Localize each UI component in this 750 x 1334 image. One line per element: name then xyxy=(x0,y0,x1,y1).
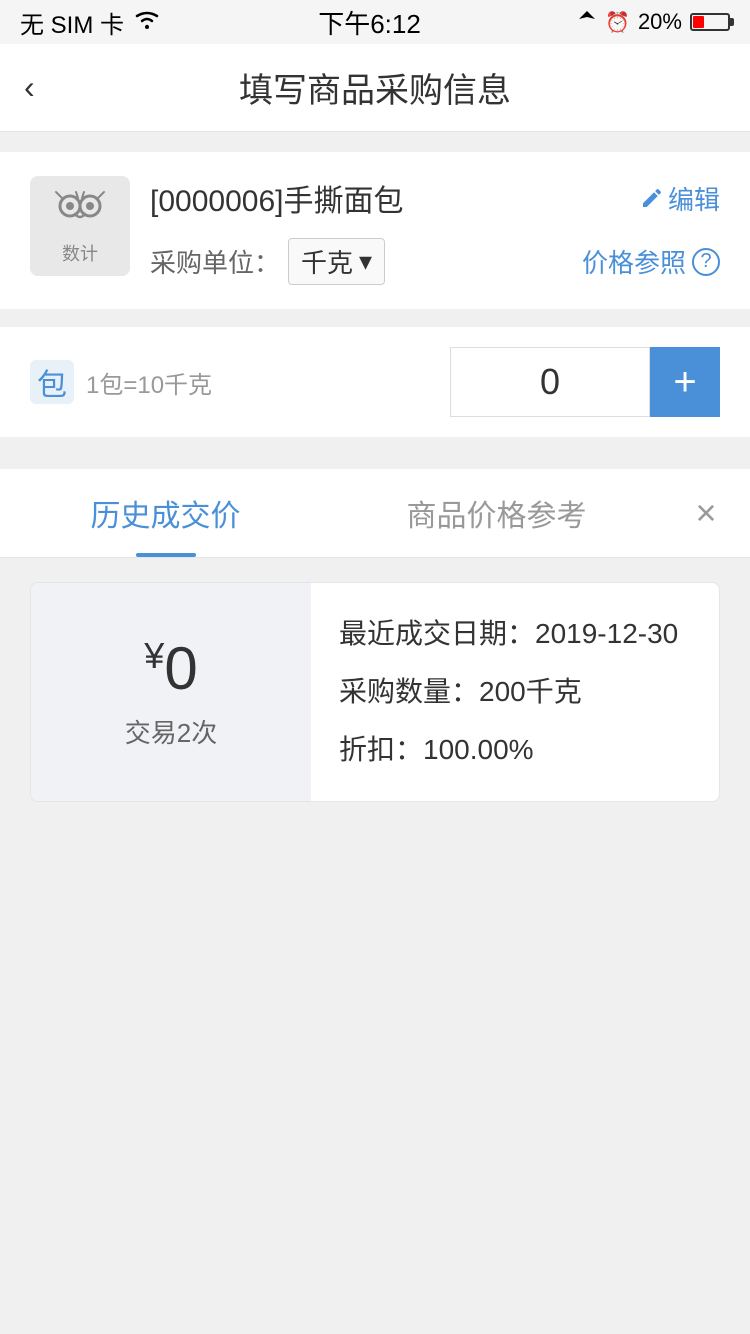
history-qty-row: 采购数量：200千克 xyxy=(339,671,691,713)
quantity-left: 包 1包=10千克 xyxy=(30,360,212,404)
unit-label: 采购单位： xyxy=(150,243,280,280)
quantity-row: 包 1包=10千克 0 + xyxy=(0,327,750,437)
product-card: 数计 [0000006]手撕面包 编辑 采购单位： 千克 ▾ xyxy=(0,152,750,309)
status-right: ⏰ 20% xyxy=(577,9,730,35)
history-price: ¥0 xyxy=(144,634,197,703)
tab-active-indicator xyxy=(136,553,196,557)
quantity-unit-box: 包 xyxy=(30,360,74,404)
owl-logo-icon xyxy=(50,186,110,236)
location-icon xyxy=(577,9,597,35)
product-info: [0000006]手撕面包 编辑 采购单位： 千克 ▾ 价格参照 ? xyxy=(150,176,720,285)
edit-button[interactable]: 编辑 xyxy=(640,180,720,217)
back-button[interactable]: ‹ xyxy=(24,69,35,106)
quantity-right: 0 + xyxy=(450,347,720,417)
price-reference-button[interactable]: 价格参照 ? xyxy=(582,243,720,280)
carrier-text: 无 SIM 卡 xyxy=(20,5,124,40)
battery-icon xyxy=(690,13,730,31)
tabs-close-button[interactable]: × xyxy=(662,469,750,557)
quantity-plus-button[interactable]: + xyxy=(650,347,720,417)
nav-bar: ‹ 填写商品采购信息 xyxy=(0,44,750,132)
history-content: ¥0 交易2次 最近成交日期：2019-12-30 采购数量：200千克 折扣：… xyxy=(0,558,750,826)
status-bar: 无 SIM 卡 下午6:12 ⏰ 20% xyxy=(0,0,750,44)
history-right-panel: 最近成交日期：2019-12-30 采购数量：200千克 折扣：100.00% xyxy=(311,583,719,801)
help-icon: ? xyxy=(692,248,720,276)
tab-history-price[interactable]: 历史成交价 xyxy=(0,469,331,557)
status-time: 下午6:12 xyxy=(318,4,421,41)
tab-price-reference[interactable]: 商品价格参考 xyxy=(331,469,662,557)
product-header: [0000006]手撕面包 编辑 xyxy=(150,176,720,220)
edit-icon xyxy=(640,186,664,210)
section-divider-1 xyxy=(0,309,750,325)
section-divider-2 xyxy=(0,437,750,453)
history-left-panel: ¥0 交易2次 xyxy=(31,583,311,801)
quantity-input[interactable]: 0 xyxy=(450,347,650,417)
quantity-sub-label: 1包=10千克 xyxy=(86,365,212,400)
product-name: [0000006]手撕面包 xyxy=(150,176,403,220)
product-thumbnail: 数计 xyxy=(30,176,130,276)
unit-select-dropdown[interactable]: 千克 ▾ xyxy=(288,238,385,285)
history-card: ¥0 交易2次 最近成交日期：2019-12-30 采购数量：200千克 折扣：… xyxy=(30,582,720,802)
wifi-icon xyxy=(132,8,162,37)
currency-symbol: ¥ xyxy=(144,635,164,676)
history-discount-row: 折扣：100.00% xyxy=(339,729,691,771)
dropdown-chevron-icon: ▾ xyxy=(359,246,372,277)
history-times: 交易2次 xyxy=(125,713,217,750)
history-date-row: 最近成交日期：2019-12-30 xyxy=(339,613,691,655)
thumb-label-text: 数计 xyxy=(62,240,98,266)
battery-percent: 20% xyxy=(638,9,682,35)
tabs-bar: 历史成交价 商品价格参考 × xyxy=(0,469,750,558)
status-left: 无 SIM 卡 xyxy=(20,5,162,40)
product-unit-row: 采购单位： 千克 ▾ 价格参照 ? xyxy=(150,238,720,285)
alarm-icon: ⏰ xyxy=(605,10,630,35)
page-title: 填写商品采购信息 xyxy=(239,63,511,112)
